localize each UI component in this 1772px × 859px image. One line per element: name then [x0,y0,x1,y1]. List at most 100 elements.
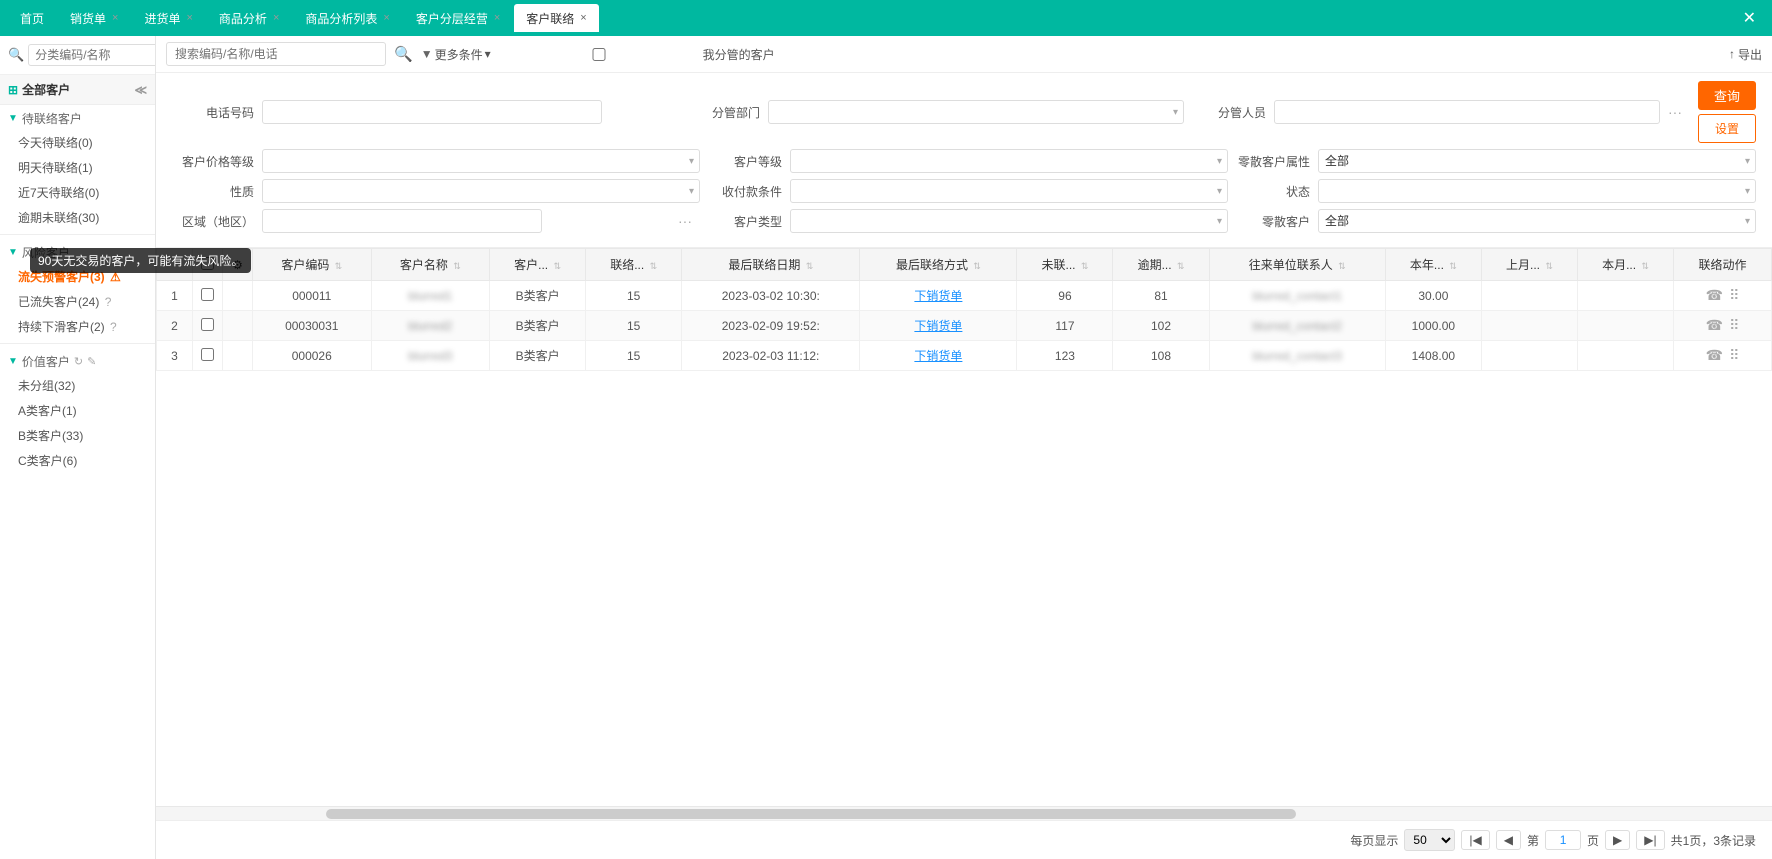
more-dots[interactable]: ··· [1660,104,1690,120]
cell-last-contact-way[interactable]: 下销货单 [860,311,1017,341]
refresh-icon[interactable]: ↻ [74,355,83,368]
sidebar-search-input[interactable] [28,44,156,66]
row-checkbox[interactable] [201,288,214,301]
last-page-button[interactable]: ▶| [1636,830,1664,850]
tab-purchase-order[interactable]: 进货单 × [132,4,204,32]
sidebar-item-tomorrow-contact[interactable]: 明天待联络(1) [0,155,155,180]
sidebar-item-ungrouped[interactable]: 未分组(32) [0,373,155,398]
window-close-button[interactable]: ✕ [1735,4,1764,32]
edit-icon[interactable]: ✎ [87,355,96,368]
search-button[interactable]: 🔍 [394,45,413,63]
cell-name: blurred3 [371,341,490,371]
all-customers-header[interactable]: ⊞ 全部客户 ≪ [0,75,155,105]
more-conditions-button[interactable]: ▼ 更多条件 ▾ [421,46,491,63]
close-icon[interactable]: × [186,12,192,24]
contact-icon[interactable]: ☎ [1706,347,1723,364]
payment-select[interactable] [790,179,1228,203]
export-button[interactable]: ↑ 导出 [1729,46,1762,63]
next-page-button[interactable]: ▶ [1605,830,1630,850]
th-year[interactable]: 本年... ⇅ [1385,249,1481,281]
cell-action[interactable]: ☎⠿ [1674,341,1772,371]
scrollbar-thumb[interactable] [326,809,1296,819]
last-contact-way-link[interactable]: 下销货单 [914,289,962,303]
more-action-icon[interactable]: ⠿ [1729,347,1739,364]
query-button[interactable]: 查询 [1698,81,1756,110]
more-dots[interactable]: ··· [670,213,700,229]
th-overdue[interactable]: 逾期... ⇅ [1113,249,1209,281]
close-icon[interactable]: × [580,12,586,24]
tab-customer-contact[interactable]: 客户联络 × [514,4,598,32]
contact-icon[interactable]: ☎ [1706,317,1723,334]
horizontal-scrollbar[interactable] [156,806,1772,820]
th-last-month[interactable]: 上月... ⇅ [1481,249,1577,281]
section-value-customer[interactable]: ▼ 价值客户 ↻ ✎ [0,348,155,373]
phone-input[interactable] [262,100,602,124]
data-table-wrap: ⚙ 客户编码 ⇅ 客户名称 ⇅ 客户... ⇅ [156,248,1772,806]
th-last-contact-date[interactable]: 最后联络日期 ⇅ [682,249,860,281]
th-code[interactable]: 客户编码 ⇅ [253,249,372,281]
sidebar-item-class-b[interactable]: B类客户(33) [0,423,155,448]
prev-page-button[interactable]: ◀ [1496,830,1521,850]
customer-grade-select[interactable] [790,149,1228,173]
search-input[interactable] [166,42,386,66]
page-input[interactable] [1545,830,1581,850]
th-type[interactable]: 客户... ⇅ [490,249,586,281]
per-page-select[interactable]: 50 100 [1404,829,1455,851]
tab-home[interactable]: 首页 [8,4,56,32]
tab-sales-order[interactable]: 销货单 × [58,4,130,32]
status-select[interactable] [1318,179,1756,203]
close-icon[interactable]: × [383,12,389,24]
th-last-contact-way[interactable]: 最后联络方式 ⇅ [860,249,1017,281]
area-input[interactable] [262,209,542,233]
sidebar-item-declining[interactable]: 持续下滑客户(2) ? [0,314,155,339]
sidebar-item-churned[interactable]: 已流失客户(24) ? [0,289,155,314]
tab-customer-tier[interactable]: 客户分层经营 × [404,4,512,32]
question-icon: ? [105,295,112,309]
close-icon[interactable]: × [494,12,500,24]
more-action-icon[interactable]: ⠿ [1729,287,1739,304]
cell-action[interactable]: ☎⠿ [1674,311,1772,341]
sidebar-item-class-c[interactable]: C类客户(6) [0,448,155,473]
table-body: 1000011blurred1B类客户152023-03-02 10:30:下销… [157,281,1772,371]
sidebar-item-class-a[interactable]: A类客户(1) [0,398,155,423]
zero-customer-select[interactable]: 全部 [1318,209,1756,233]
person-input[interactable] [1274,100,1660,124]
cell-checkbox[interactable] [193,311,223,341]
close-icon[interactable]: × [273,12,279,24]
my-customers-check[interactable] [499,48,699,61]
zero-purchase-attr-select[interactable]: 全部 [1318,149,1756,173]
settings-button[interactable]: 设置 [1698,114,1756,143]
dept-select[interactable] [768,100,1184,124]
cell-checkbox[interactable] [193,281,223,311]
my-customers-checkbox[interactable]: 我分管的客户 [499,46,775,63]
first-page-button[interactable]: |◀ [1461,830,1489,850]
th-contact[interactable]: 联络... ⇅ [586,249,682,281]
more-action-icon[interactable]: ⠿ [1729,317,1739,334]
tab-product-analysis[interactable]: 商品分析 × [207,4,291,32]
nature-select[interactable] [262,179,700,203]
th-unit-contact[interactable]: 往来单位联系人 ⇅ [1209,249,1385,281]
row-checkbox[interactable] [201,348,214,361]
customer-type-select[interactable] [790,209,1228,233]
cell-checkbox[interactable] [193,341,223,371]
last-contact-way-link[interactable]: 下销货单 [914,349,962,363]
cell-last-contact-way[interactable]: 下销货单 [860,341,1017,371]
th-this-month[interactable]: 本月... ⇅ [1577,249,1673,281]
sidebar-item-overdue-contact[interactable]: 逾期未联络(30) [0,205,155,230]
cell-action[interactable]: ☎⠿ [1674,281,1772,311]
th-name[interactable]: 客户名称 ⇅ [371,249,490,281]
close-icon[interactable]: × [112,12,118,24]
cell-contact-count: 15 [586,281,682,311]
th-action: 联络动作 [1674,249,1772,281]
row-checkbox[interactable] [201,318,214,331]
price-grade-select[interactable] [262,149,700,173]
sidebar: 🔍 ⊞ 全部客户 ≪ ▼ 待联络客户 今天待联络(0) 明天待联络(1) 近7天… [0,36,156,859]
last-contact-way-link[interactable]: 下销货单 [914,319,962,333]
section-pending-contact[interactable]: ▼ 待联络客户 [0,105,155,130]
sidebar-item-week-contact[interactable]: 近7天待联络(0) [0,180,155,205]
cell-last-contact-way[interactable]: 下销货单 [860,281,1017,311]
tab-product-analysis-list[interactable]: 商品分析列表 × [293,4,401,32]
contact-icon[interactable]: ☎ [1706,287,1723,304]
th-no-contact[interactable]: 未联... ⇅ [1017,249,1113,281]
sidebar-item-today-contact[interactable]: 今天待联络(0) [0,130,155,155]
